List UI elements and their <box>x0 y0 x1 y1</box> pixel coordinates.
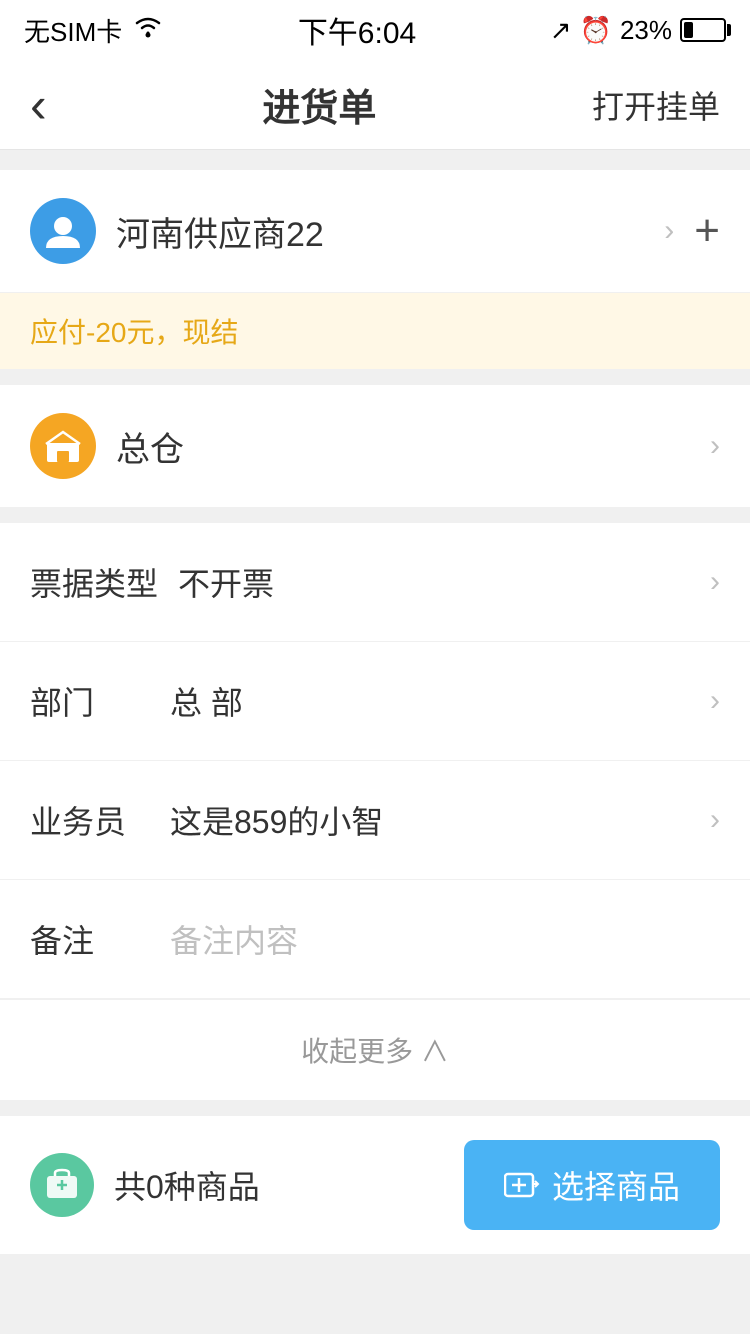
notice-bar: 应付-20元，现结 <box>0 293 750 369</box>
supplier-row[interactable]: 河南供应商22 › + <box>0 170 750 293</box>
nav-bar: ‹ 进货单 打开挂单 <box>0 60 750 150</box>
remark-label: 备注 <box>30 916 150 962</box>
add-supplier-button[interactable]: + <box>694 209 720 253</box>
carrier-text: 无SIM卡 <box>24 12 122 49</box>
supplier-avatar <box>30 198 96 264</box>
warehouse-arrow-icon: › <box>710 429 720 463</box>
row-gap-1 <box>0 369 750 385</box>
invoice-row[interactable]: 票据类型 不开票 › <box>0 523 750 642</box>
wifi-icon <box>132 15 164 46</box>
bottom-bar: 共0种商品 选择商品 <box>0 1116 750 1254</box>
back-button[interactable]: ‹ <box>30 76 47 134</box>
dept-label: 部门 <box>30 678 150 724</box>
invoice-arrow-icon: › <box>710 565 720 599</box>
form-section: 票据类型 不开票 › 部门 总 部 › 业务员 这是859的小智 › 备注 备注… <box>0 523 750 1100</box>
status-time: 下午6:04 <box>298 8 416 52</box>
warehouse-row[interactable]: 总仓 › <box>0 385 750 507</box>
sales-value: 这是859的小智 <box>150 797 710 843</box>
section-gap-1 <box>0 150 750 170</box>
warehouse-icon <box>30 413 96 479</box>
notice-text: 应付-20元，现结 <box>30 317 238 348</box>
supplier-arrow-icon: › <box>664 214 674 248</box>
page-title: 进货单 <box>262 77 376 132</box>
remark-input[interactable]: 备注内容 <box>150 916 720 962</box>
dept-value: 总 部 <box>150 678 710 724</box>
select-product-label: 选择商品 <box>552 1162 680 1208</box>
select-product-button[interactable]: 选择商品 <box>464 1140 720 1230</box>
dept-arrow-icon: › <box>710 684 720 718</box>
collapse-row[interactable]: 收起更多 ∧ <box>0 999 750 1100</box>
sales-arrow-icon: › <box>710 803 720 837</box>
collapse-text: 收起更多 ∧ <box>301 1030 449 1070</box>
battery-percent: 23% <box>620 15 672 46</box>
sales-label: 业务员 <box>30 797 150 843</box>
product-count-text: 共0种商品 <box>114 1162 444 1208</box>
remark-row[interactable]: 备注 备注内容 <box>0 880 750 999</box>
battery-icon <box>680 18 726 42</box>
open-pending-button[interactable]: 打开挂单 <box>592 82 720 128</box>
dept-row[interactable]: 部门 总 部 › <box>0 642 750 761</box>
status-bar: 无SIM卡 下午6:04 ↗ ⏰ 23% <box>0 0 750 60</box>
product-icon <box>30 1153 94 1217</box>
location-icon: ↗ <box>550 15 572 46</box>
warehouse-name: 总仓 <box>116 422 710 471</box>
supplier-name: 河南供应商22 <box>116 207 664 256</box>
invoice-value: 不开票 <box>158 559 710 605</box>
supplier-section: 河南供应商22 › + 应付-20元，现结 <box>0 170 750 369</box>
alarm-icon: ⏰ <box>580 15 612 46</box>
invoice-label: 票据类型 <box>30 559 158 605</box>
sales-row[interactable]: 业务员 这是859的小智 › <box>0 761 750 880</box>
